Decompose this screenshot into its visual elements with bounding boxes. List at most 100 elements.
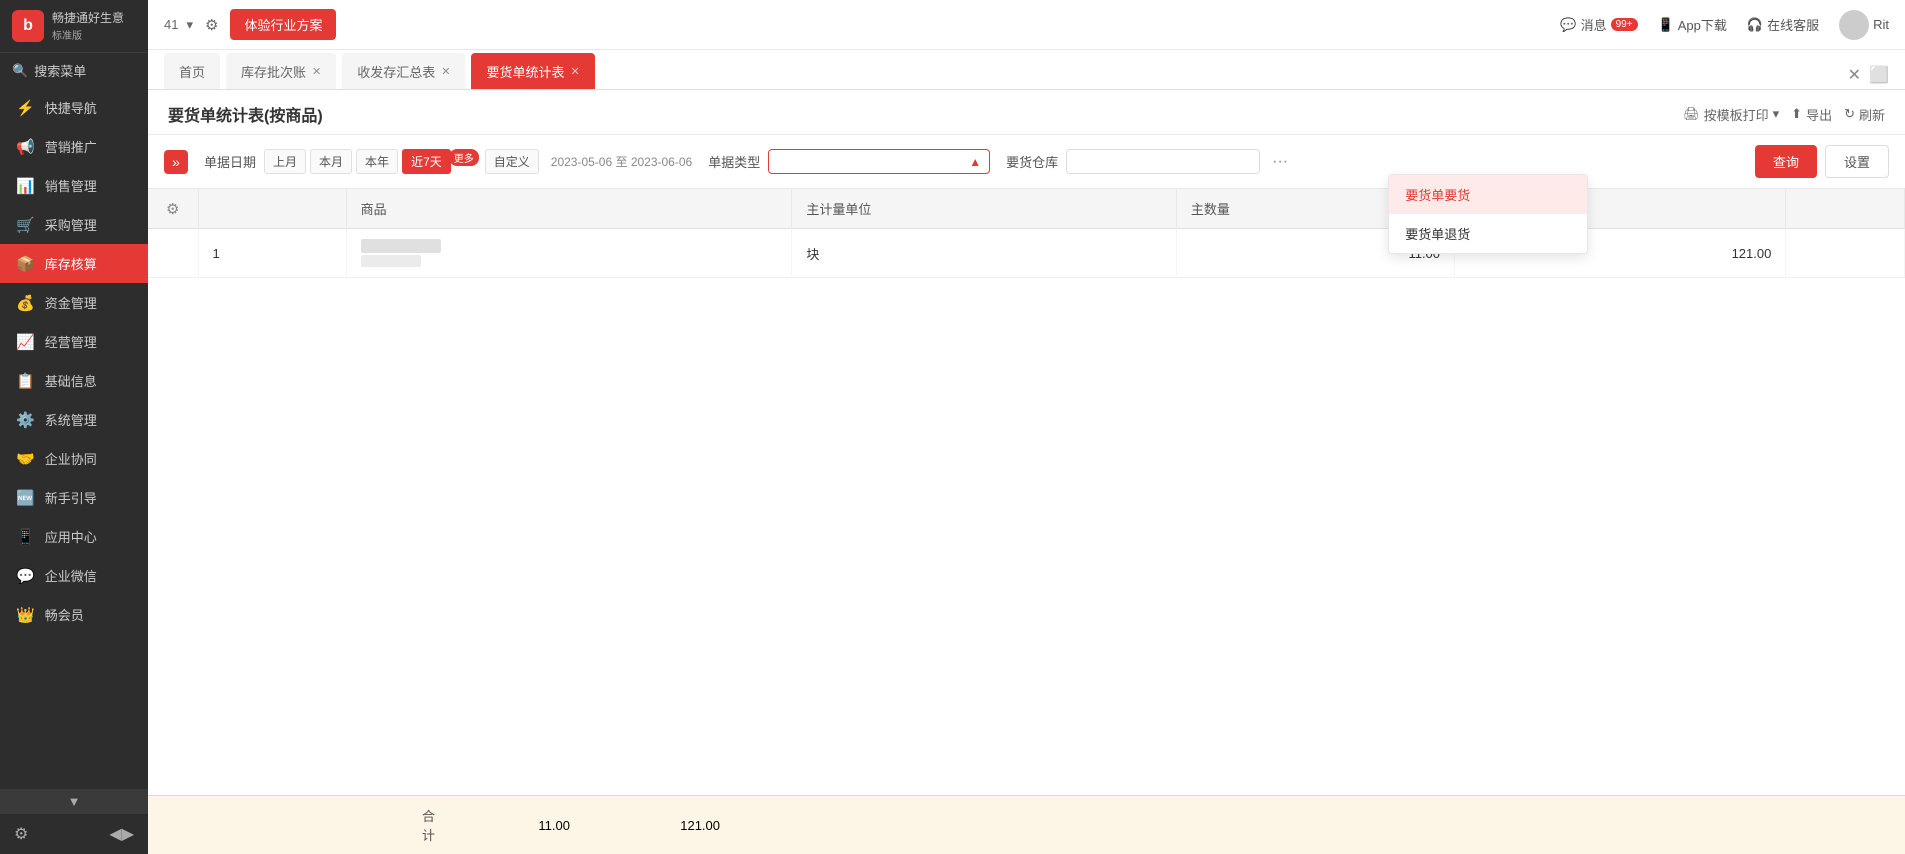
date-chip-this-year[interactable]: 本年 (356, 149, 398, 174)
dropdown-item-requisition-order[interactable]: 要货单要货 (1389, 175, 1587, 214)
sidebar-item-operations-label: 经营管理 (45, 332, 97, 351)
sidebar-item-enterprise[interactable]: 🤝 企业协同 (0, 439, 148, 478)
filter-more-button[interactable]: ··· (1272, 153, 1288, 171)
sidebar-item-marketing[interactable]: 📢 营销推广 (0, 127, 148, 166)
filter-type-input[interactable] (769, 150, 961, 173)
topbar-gear-icon[interactable]: ⚙ (205, 16, 218, 34)
table-header-extra (1786, 189, 1905, 229)
tabbar-expand-icon[interactable]: ⬜ (1869, 65, 1889, 85)
print-icon: 🖨 (1683, 106, 1700, 122)
table-container: ⚙ 商品 主计量单位 主数量 零售金额 1 (148, 189, 1905, 795)
print-dropdown-icon[interactable]: ▾ (1773, 106, 1780, 122)
search-icon: 🔍 (12, 63, 28, 79)
sidebar-item-purchase-label: 采购管理 (45, 215, 97, 234)
print-template-button[interactable]: 🖨 按模板打印 ▾ (1683, 105, 1779, 124)
page-content: 要货单统计表(按商品) 🖨 按模板打印 ▾ ⬆ 导出 ↻ 刷新 (148, 90, 1905, 854)
tab-batch-account[interactable]: 库存批次账 ✕ (226, 53, 336, 89)
filter-date-label: 单据日期 (204, 152, 256, 171)
tab-home[interactable]: 首页 (164, 53, 220, 89)
collapse-icon[interactable]: ◀▶ (109, 824, 134, 844)
sales-icon: 📊 (16, 177, 35, 195)
date-chip-custom[interactable]: 自定义 (485, 149, 539, 174)
message-button[interactable]: 💬 消息 99+ (1560, 15, 1637, 34)
sidebar-search[interactable]: 🔍 搜索菜单 (0, 53, 148, 88)
app-name-group: 畅捷通好生意 标准版 (52, 10, 124, 42)
sidebar-item-purchase[interactable]: 🛒 采购管理 (0, 205, 148, 244)
sidebar-search-label: 搜索菜单 (34, 61, 86, 80)
table-cell-product (346, 229, 792, 278)
sidebar-item-sales[interactable]: 📊 销售管理 (0, 166, 148, 205)
date-chips: 上月 本月 本年 近7天 更多 自定义 (264, 149, 539, 174)
page-title: 要货单统计表(按商品) (168, 102, 323, 126)
export-label: 导出 (1806, 105, 1832, 124)
message-label: 消息 (1581, 15, 1607, 34)
date-chip-up[interactable]: 上月 (264, 149, 306, 174)
refresh-button[interactable]: ↻ 刷新 (1844, 105, 1885, 124)
table-settings-icon[interactable]: ⚙ (166, 201, 179, 218)
app-download-button[interactable]: 📱 App下载 (1658, 15, 1727, 34)
sidebar-footer: ⚙ ◀▶ (0, 813, 148, 854)
sidebar-item-member[interactable]: 👑 畅会员 (0, 595, 148, 634)
table-cell-checkbox (148, 229, 198, 278)
tab-batch-account-close[interactable]: ✕ (312, 65, 321, 78)
filter-type-dropdown-icon[interactable]: ▲ (961, 155, 989, 169)
settings-icon[interactable]: ⚙ (14, 824, 28, 844)
footer-amount: 121.00 (600, 818, 720, 833)
topbar-tab-count-group: 41 ▾ (164, 17, 193, 33)
sidebar-item-finance[interactable]: 💰 资金管理 (0, 283, 148, 322)
online-service-label: 在线客服 (1767, 15, 1819, 34)
sidebar-item-system[interactable]: ⚙️ 系统管理 (0, 400, 148, 439)
sidebar-item-appstore[interactable]: 📱 应用中心 (0, 517, 148, 556)
sidebar-item-basics-label: 基础信息 (45, 371, 97, 390)
settings-button[interactable]: 设置 (1825, 145, 1889, 178)
filter-type-label: 单据类型 (708, 152, 760, 171)
app-badge: 标准版 (52, 27, 124, 42)
message-icon: 💬 (1560, 17, 1576, 33)
sidebar-scroll-down[interactable]: ▼ (0, 789, 148, 813)
footer-quantity: 11.00 (430, 818, 570, 833)
finance-icon: 💰 (16, 294, 35, 312)
marketing-icon: 📢 (16, 138, 35, 156)
filter-warehouse-group: 要货仓库 ··· (1006, 149, 1288, 174)
sidebar-item-basics[interactable]: 📋 基础信息 (0, 361, 148, 400)
filter-warehouse-input[interactable] (1066, 149, 1260, 174)
user-profile[interactable]: Rit (1839, 10, 1889, 40)
sidebar-item-operations[interactable]: 📈 经营管理 (0, 322, 148, 361)
promo-button[interactable]: 体验行业方案 (230, 9, 336, 40)
tab-receive-summary[interactable]: 收发存汇总表 ✕ (342, 53, 465, 89)
export-button[interactable]: ⬆ 导出 (1791, 105, 1832, 124)
footer-label: 合计 (162, 806, 422, 844)
filter-type-group: 单据类型 ▲ 要货单要货 要货单退货 (708, 149, 990, 174)
tab-home-label: 首页 (179, 62, 205, 81)
main-area: 41 ▾ ⚙ 体验行业方案 💬 消息 99+ 📱 App下载 🎧 在线客服 Ri… (148, 0, 1905, 854)
tab-receive-summary-close[interactable]: ✕ (441, 65, 450, 78)
topbar-dropdown-arrow[interactable]: ▾ (186, 17, 193, 33)
date-chip-last7[interactable]: 近7天 (402, 149, 451, 174)
table-header-unit: 主计量单位 (792, 189, 1176, 229)
query-button[interactable]: 查询 (1755, 145, 1817, 178)
sidebar-item-inventory[interactable]: 📦 库存核算 (0, 244, 148, 283)
sidebar-item-appstore-label: 应用中心 (45, 527, 97, 546)
sidebar-item-guide[interactable]: 🆕 新手引导 (0, 478, 148, 517)
sidebar-item-sales-label: 销售管理 (45, 176, 97, 195)
online-service-button[interactable]: 🎧 在线客服 (1747, 15, 1819, 34)
sidebar-item-system-label: 系统管理 (45, 410, 97, 429)
guide-icon: 🆕 (16, 489, 35, 507)
table-header-settings[interactable]: ⚙ (148, 189, 198, 229)
print-template-label: 按模板打印 (1704, 105, 1769, 124)
dropdown-item-requisition-return[interactable]: 要货单退货 (1389, 214, 1587, 253)
export-icon: ⬆ (1791, 106, 1802, 122)
sidebar-logo: b 畅捷通好生意 标准版 (0, 0, 148, 53)
operations-icon: 📈 (16, 333, 35, 351)
sidebar-item-quick-nav[interactable]: ⚡ 快捷导航 (0, 88, 148, 127)
date-chip-this-month[interactable]: 本月 (310, 149, 352, 174)
tab-requisition-stats-label: 要货单统计表 (486, 62, 564, 81)
sidebar-item-finance-label: 资金管理 (45, 293, 97, 312)
sidebar-item-wechat[interactable]: 💬 企业微信 (0, 556, 148, 595)
tabbar-close-all-icon[interactable]: ✕ (1848, 65, 1861, 85)
tab-requisition-stats[interactable]: 要货单统计表 ✕ (471, 53, 594, 89)
table-row: 1 块 11.00 121.00 (148, 229, 1905, 278)
tab-requisition-stats-close[interactable]: ✕ (571, 65, 580, 78)
filter-expand-button[interactable]: » (164, 150, 188, 174)
filter-expand-icon: » (172, 154, 180, 170)
